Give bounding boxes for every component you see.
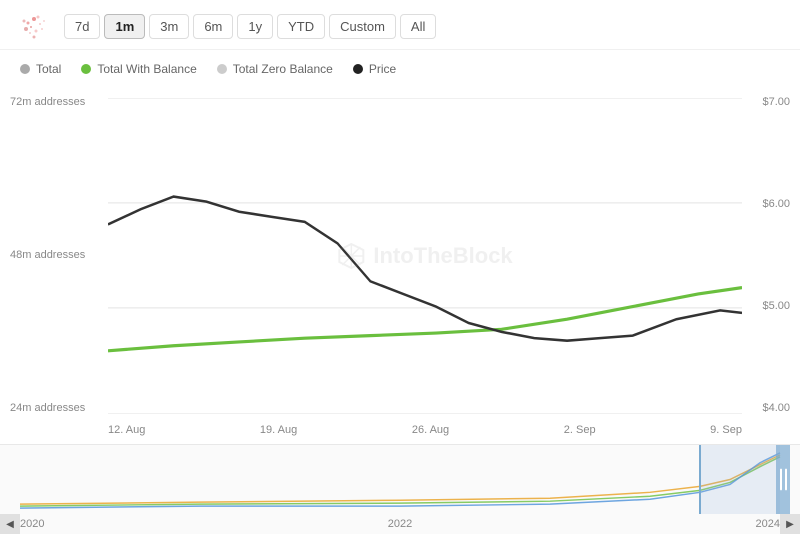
time-btn-6m[interactable]: 6m bbox=[193, 14, 233, 39]
time-btn-7d[interactable]: 7d bbox=[64, 14, 100, 39]
minimap-area: 2020 2022 2024 ◀ ▶ bbox=[0, 444, 800, 534]
y-axis-right: $7.00 $6.00 $5.00 $4.00 bbox=[742, 88, 800, 414]
minimap-x-2022: 2022 bbox=[388, 518, 412, 530]
chart-canvas: IntoTheBlock bbox=[108, 98, 742, 414]
main-container: 7d1m3m6m1yYTDCustomAll Total Total With B… bbox=[0, 0, 800, 534]
y-right-3: $5.00 bbox=[742, 300, 800, 312]
x-label-0: 12. Aug bbox=[108, 424, 145, 436]
minimap-x-2020: 2020 bbox=[20, 518, 44, 530]
legend-label-total: Total bbox=[36, 62, 61, 76]
scroll-right-button[interactable]: ▶ bbox=[780, 514, 800, 534]
time-btn-1m[interactable]: 1m bbox=[104, 14, 145, 39]
y-right-4: $4.00 bbox=[742, 402, 800, 414]
price-line bbox=[108, 197, 742, 341]
legend-item-zero: Total Zero Balance bbox=[217, 62, 333, 76]
time-btn-3m[interactable]: 3m bbox=[149, 14, 189, 39]
y-right-1: $7.00 bbox=[742, 96, 800, 108]
legend-item-balance: Total With Balance bbox=[81, 62, 196, 76]
logo bbox=[16, 9, 52, 45]
toolbar: 7d1m3m6m1yYTDCustomAll bbox=[0, 0, 800, 50]
minimap-canvas bbox=[0, 445, 800, 514]
legend-dot-zero bbox=[217, 64, 227, 74]
x-label-4: 9. Sep bbox=[710, 424, 742, 436]
scroll-left-button[interactable]: ◀ bbox=[0, 514, 20, 534]
legend-label-price: Price bbox=[369, 62, 396, 76]
time-btn-all[interactable]: All bbox=[400, 14, 436, 39]
time-btn-custom[interactable]: Custom bbox=[329, 14, 396, 39]
minimap-svg bbox=[0, 445, 800, 514]
y-axis-left: 72m addresses 48m addresses 24m addresse… bbox=[0, 88, 108, 414]
x-label-2: 26. Aug bbox=[412, 424, 449, 436]
time-btn-ytd[interactable]: YTD bbox=[277, 14, 325, 39]
legend-dot-price bbox=[353, 64, 363, 74]
x-label-1: 19. Aug bbox=[260, 424, 297, 436]
legend: Total Total With Balance Total Zero Balanc… bbox=[0, 50, 800, 88]
y-label-bot: 24m addresses bbox=[0, 402, 108, 414]
y-label-mid: 48m addresses bbox=[0, 249, 108, 261]
main-chart-area: 72m addresses 48m addresses 24m addresse… bbox=[0, 88, 800, 444]
x-label-3: 2. Sep bbox=[564, 424, 596, 436]
legend-item-price: Price bbox=[353, 62, 396, 76]
legend-label-zero: Total Zero Balance bbox=[233, 62, 333, 76]
y-label-top: 72m addresses bbox=[0, 96, 108, 108]
chart-svg bbox=[108, 98, 742, 414]
minimap-x-axis: 2020 2022 2024 bbox=[20, 514, 780, 534]
minimap-x-2024: 2024 bbox=[756, 518, 780, 530]
legend-dot-total bbox=[20, 64, 30, 74]
legend-label-balance: Total With Balance bbox=[97, 62, 196, 76]
legend-item-total: Total bbox=[20, 62, 61, 76]
legend-dot-balance bbox=[81, 64, 91, 74]
y-right-2: $6.00 bbox=[742, 198, 800, 210]
balance-line bbox=[108, 288, 742, 351]
x-axis: 12. Aug 19. Aug 26. Aug 2. Sep 9. Sep bbox=[108, 416, 742, 444]
time-btn-1y[interactable]: 1y bbox=[237, 14, 273, 39]
